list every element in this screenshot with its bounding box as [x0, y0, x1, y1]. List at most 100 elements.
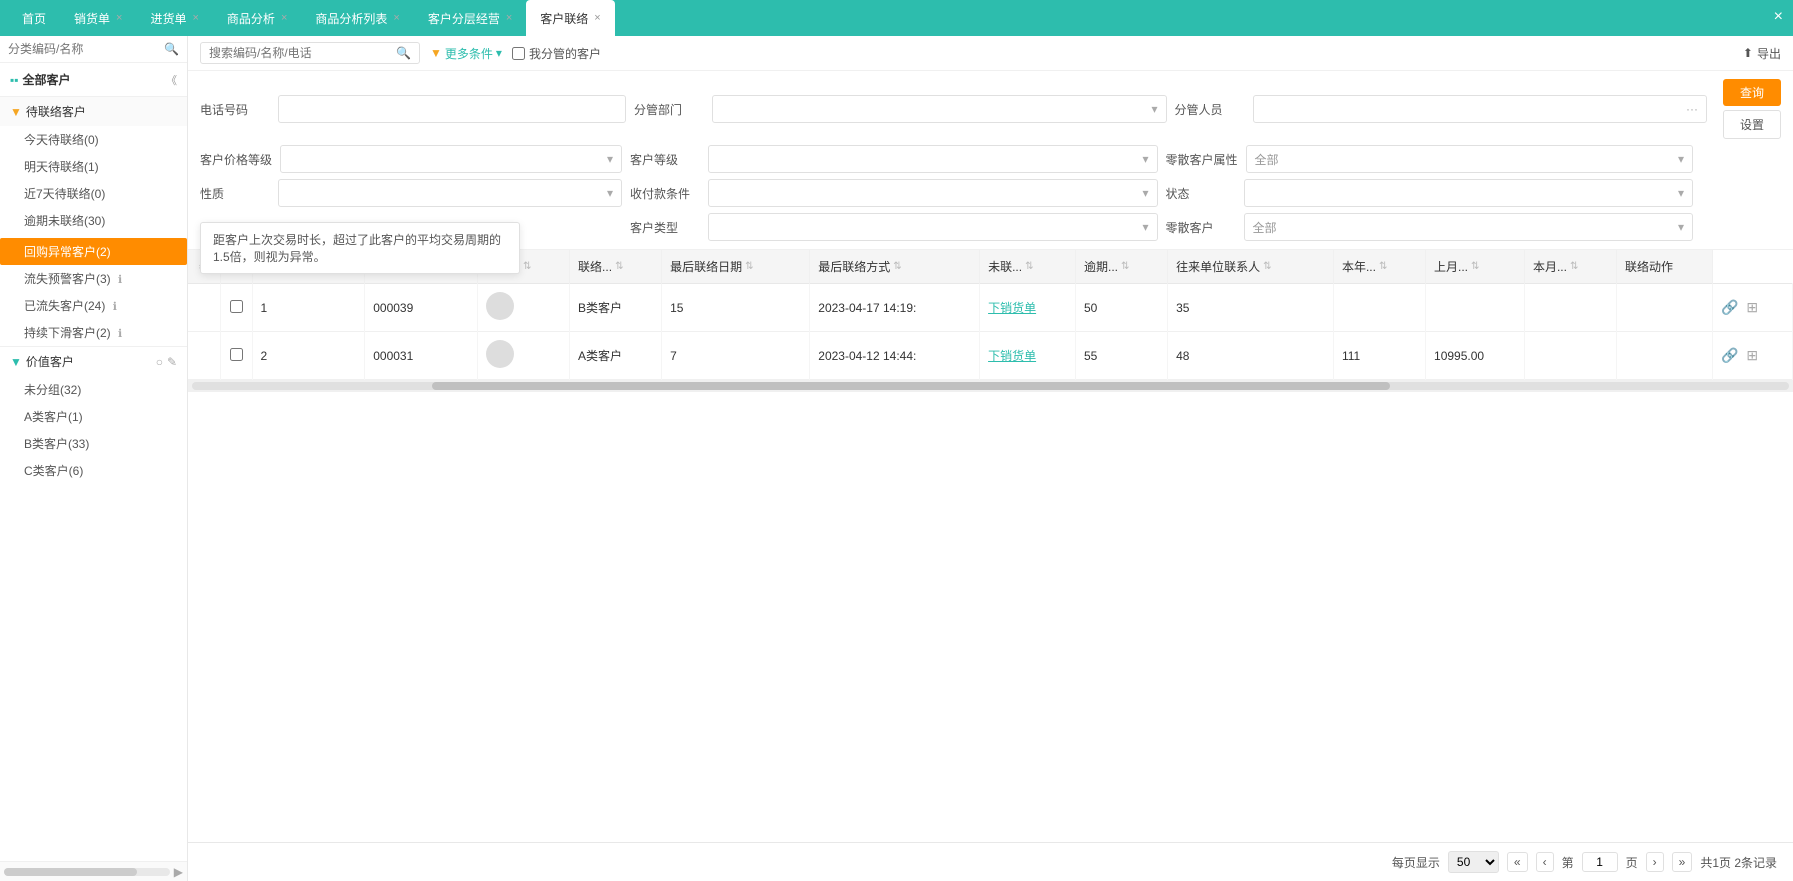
- search-icon[interactable]: 🔍: [396, 46, 411, 60]
- sidebar-search-icon[interactable]: 🔍: [164, 42, 179, 56]
- sidebar-item-today[interactable]: 今天待联络(0): [0, 126, 187, 153]
- nav-product-analysis[interactable]: 商品分析 ×: [213, 0, 301, 36]
- more-conditions-btn[interactable]: ▼ 更多条件 ▾: [430, 45, 502, 62]
- chevron-down-icon: ▾: [1151, 102, 1157, 116]
- sidebar-item-churn-warning[interactable]: 流失预警客户(3) ℹ: [0, 265, 187, 292]
- sidebar-group-value-customers[interactable]: ▼ 价值客户 ○ ✎: [0, 346, 187, 376]
- close-icon[interactable]: ×: [393, 12, 399, 24]
- sort-icon[interactable]: ⇅: [745, 261, 753, 272]
- chevron-down-icon: ▾: [1142, 152, 1148, 166]
- grid-action-icon[interactable]: ⊞: [1746, 347, 1758, 364]
- table-row: 2 000031 A类客户 7: [188, 332, 1793, 380]
- nature-select[interactable]: ▾: [278, 179, 622, 207]
- query-button[interactable]: 查询: [1723, 79, 1781, 106]
- search-input[interactable]: [209, 46, 392, 60]
- close-icon[interactable]: ×: [281, 12, 287, 24]
- next-page-btn[interactable]: ›: [1646, 852, 1664, 872]
- nav-customer-contact[interactable]: 客户联络 ×: [526, 0, 614, 36]
- page-size-select[interactable]: 50 100 200: [1448, 851, 1499, 873]
- link-action-icon[interactable]: 🔗: [1721, 347, 1738, 364]
- col-no-contact-label: 未联...: [988, 258, 1022, 275]
- nav-sales[interactable]: 销货单 ×: [60, 0, 136, 36]
- filter-bar: 🔍 ▼ 更多条件 ▾ 我分管的客户 ⬆ 导出: [188, 36, 1793, 71]
- page-input[interactable]: [1582, 852, 1618, 872]
- sidebar-group-pending[interactable]: ▼ 待联络客户: [0, 97, 187, 126]
- link-action-icon[interactable]: 🔗: [1721, 299, 1738, 316]
- sidebar-item-class-c[interactable]: C类客户(6): [0, 457, 187, 484]
- sidebar-item-repurchase-abnormal[interactable]: 回购异常客户(2) ℹ: [0, 238, 187, 265]
- row-check[interactable]: [220, 284, 252, 332]
- nav-home[interactable]: 首页: [8, 0, 60, 36]
- close-icon[interactable]: ×: [192, 12, 198, 24]
- sidebar-search-input[interactable]: [8, 42, 164, 56]
- avatar: [486, 292, 514, 320]
- person-select[interactable]: ···: [1253, 95, 1708, 123]
- close-icon[interactable]: ×: [506, 12, 512, 24]
- settings-button[interactable]: 设置: [1723, 110, 1781, 139]
- collapse-icon[interactable]: 《: [166, 72, 177, 88]
- grid-action-icon[interactable]: ⊞: [1746, 299, 1758, 316]
- row-check[interactable]: [220, 332, 252, 380]
- arrow-icon: ▼: [10, 105, 22, 119]
- horizontal-scrollbar[interactable]: [188, 380, 1793, 392]
- last-page-btn[interactable]: »: [1672, 852, 1693, 872]
- sidebar-item-declining[interactable]: 持续下滑客户(2) ℹ: [0, 319, 187, 346]
- sort-icon[interactable]: ⇅: [1570, 261, 1578, 272]
- sort-icon[interactable]: ⇅: [1263, 261, 1271, 272]
- edit-icon[interactable]: ✎: [167, 355, 177, 369]
- retail-customer-select[interactable]: 全部 ▾: [1244, 213, 1694, 241]
- price-level-select[interactable]: ▾: [280, 145, 622, 173]
- dept-select[interactable]: ▾: [712, 95, 1167, 123]
- export-icon: ⬆: [1743, 46, 1753, 60]
- scroll-thumb[interactable]: [432, 382, 1390, 390]
- row-code: 000031: [365, 332, 478, 380]
- nav-purchase[interactable]: 进货单 ×: [136, 0, 212, 36]
- payment-select[interactable]: ▾: [708, 179, 1158, 207]
- sidebar-item-class-a[interactable]: A类客户(1): [0, 403, 187, 430]
- customer-type-select[interactable]: ▾: [708, 213, 1158, 241]
- sort-icon[interactable]: ⇅: [615, 261, 623, 272]
- my-customers-checkbox[interactable]: [512, 47, 525, 60]
- close-icon[interactable]: ×: [594, 12, 600, 24]
- my-customers-filter[interactable]: 我分管的客户: [512, 45, 601, 62]
- sort-icon[interactable]: ⇅: [523, 261, 531, 272]
- sidebar-item-7days[interactable]: 近7天待联络(0): [0, 180, 187, 207]
- sidebar-item-tomorrow[interactable]: 明天待联络(1): [0, 153, 187, 180]
- row-gear[interactable]: [188, 332, 220, 380]
- row-checkbox[interactable]: [230, 300, 243, 313]
- row-checkbox[interactable]: [230, 348, 243, 361]
- retail-attr-select[interactable]: 全部 ▾: [1246, 145, 1693, 173]
- row-gear[interactable]: [188, 284, 220, 332]
- customer-level-select[interactable]: ▾: [708, 145, 1158, 173]
- sort-icon[interactable]: ⇅: [1121, 261, 1129, 272]
- sidebar-scrollbar[interactable]: ▶: [0, 861, 187, 881]
- sidebar-expand-icon[interactable]: ▶: [174, 865, 183, 879]
- chevron-down-icon: ▾: [607, 152, 613, 166]
- row-actions: 🔗 ⊞: [1712, 284, 1792, 332]
- info-icon: ℹ: [118, 247, 122, 259]
- prev-page-btn[interactable]: ‹: [1536, 852, 1554, 872]
- sidebar-item-ungrouped[interactable]: 未分组(32): [0, 376, 187, 403]
- phone-input[interactable]: [278, 95, 626, 123]
- col-last-month-label: 上月...: [1434, 258, 1468, 275]
- sort-icon[interactable]: ⇅: [1379, 261, 1387, 272]
- sidebar-search-bar: 🔍: [0, 36, 187, 63]
- sidebar-item-overdue[interactable]: 逾期未联络(30): [0, 207, 187, 234]
- first-page-btn[interactable]: «: [1507, 852, 1528, 872]
- window-close-icon[interactable]: ×: [1774, 8, 1783, 26]
- col-last-month: 上月... ⇅: [1426, 250, 1525, 284]
- sidebar-item-class-b[interactable]: B类客户(33): [0, 430, 187, 457]
- circle-icon[interactable]: ○: [156, 355, 163, 369]
- sidebar-item-churned[interactable]: 已流失客户(24) ℹ: [0, 292, 187, 319]
- sidebar-all-customers[interactable]: ▪▪ 全部客户 《: [0, 63, 187, 97]
- data-table-wrapper[interactable]: ⚙ 客户编码 ⇅ 客户名称 ⇅: [188, 250, 1793, 842]
- sort-icon[interactable]: ⇅: [893, 261, 901, 272]
- nav-customer-tier[interactable]: 客户分层经营 ×: [414, 0, 526, 36]
- sort-icon[interactable]: ⇅: [1025, 261, 1033, 272]
- nature-field: 性质 ▾: [200, 179, 622, 207]
- status-select[interactable]: ▾: [1244, 179, 1694, 207]
- nav-product-analysis-list[interactable]: 商品分析列表 ×: [301, 0, 413, 36]
- export-button[interactable]: ⬆ 导出: [1743, 45, 1781, 62]
- close-icon[interactable]: ×: [116, 12, 122, 24]
- sort-icon[interactable]: ⇅: [1471, 261, 1479, 272]
